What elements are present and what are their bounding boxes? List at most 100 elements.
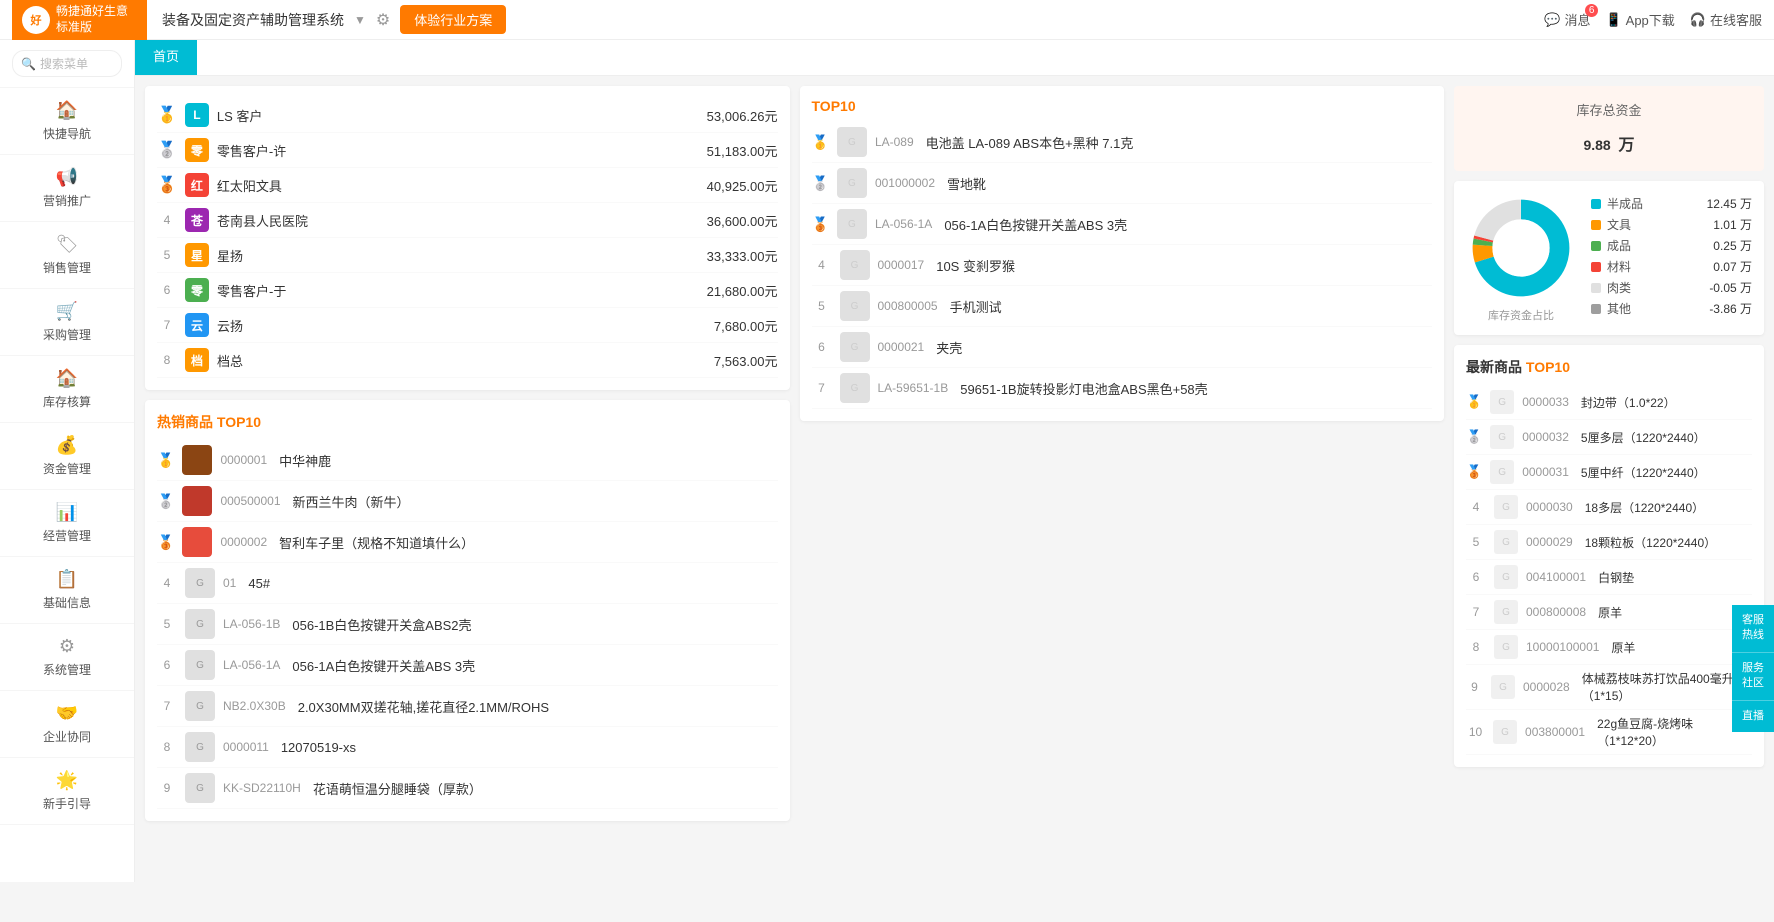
new-product-item[interactable]: 🥉 G 0000031 5厘中纤（1220*2440） [1466, 455, 1752, 490]
mid-product-item[interactable]: 🥇 G LA-089 电池盖 LA-089 ABS本色+黑种 7.1克 [812, 122, 1433, 163]
bronze-medal-icon: 🥉 [812, 216, 829, 233]
new-product-image: G [1490, 425, 1514, 449]
settings-gear-icon[interactable]: ⚙ [376, 10, 390, 30]
legend-dot-5 [1591, 283, 1601, 293]
mid-product-name: 59651-1B旋转投影灯电池盒ABS黑色+58壳 [960, 379, 1207, 398]
online-service-button[interactable]: 🎧 在线客服 [1690, 10, 1762, 29]
customer-amount: 40,925.00元 [707, 176, 778, 195]
hot-product-item[interactable]: 🥈 000500001 新西兰牛肉（新牛） [157, 481, 778, 522]
hot-product-item[interactable]: 9 G KK-SD22110H 花语萌恒温分腿睡袋（厚款） [157, 768, 778, 809]
float-btn-service[interactable]: 客服热线 [1732, 605, 1774, 653]
product-code: LA-056-1A [223, 658, 280, 672]
dropdown-arrow-icon[interactable]: ▼ [354, 13, 366, 27]
sidebar-item-system[interactable]: ⚙ 系统管理 [0, 624, 134, 691]
mid-product-code: 001000002 [875, 176, 935, 190]
sidebar-item-purchase[interactable]: 🛒 采购管理 [0, 289, 134, 356]
new-product-item[interactable]: 5 G 0000029 18颗粒板（1220*2440） [1466, 525, 1752, 560]
customer-avatar: 苍 [185, 208, 209, 232]
mid-product-item[interactable]: 4 G 0000017 10S 变刹罗猴 [812, 245, 1433, 286]
finance-icon: 💰 [56, 435, 78, 456]
main-layout: 🔍 搜索菜单 🏠 快捷导航 📢 营销推广 🏷 销售管理 🛒 采购管理 🏠 库存核… [0, 40, 1774, 882]
mid-product-item[interactable]: 🥈 G 001000002 雪地靴 [812, 163, 1433, 204]
mid-product-item[interactable]: 5 G 000800005 手机测试 [812, 286, 1433, 327]
hot-product-item[interactable]: 6 G LA-056-1A 056-1A白色按键开关盖ABS 3壳 [157, 645, 778, 686]
customer-name: 红太阳文具 [217, 176, 699, 195]
product-name: 056-1A白色按键开关盖ABS 3壳 [292, 656, 475, 675]
product-rank-number: 9 [157, 781, 177, 795]
product-image [182, 445, 212, 475]
sidebar-item-quicknav[interactable]: 🏠 快捷导航 [0, 88, 134, 155]
customer-rank-item[interactable]: 🥉 红 红太阳文具 40,925.00元 [157, 168, 778, 203]
topbar-right: 💬 消息 6 📱 App下载 🎧 在线客服 [1544, 10, 1762, 29]
customer-rank-item[interactable]: 🥇 L LS 客户 53,006.26元 [157, 98, 778, 133]
new-product-image: G [1490, 390, 1514, 414]
product-code: 000500001 [220, 494, 280, 508]
inventory-icon: 🏠 [56, 368, 78, 389]
sidebar-search[interactable]: 🔍 搜索菜单 [0, 40, 134, 88]
mid-product-item[interactable]: 🥉 G LA-056-1A 056-1A白色按键开关盖ABS 3壳 [812, 204, 1433, 245]
sidebar-item-marketing[interactable]: 📢 营销推广 [0, 155, 134, 222]
rank-number: 4 [157, 213, 177, 227]
app-download-button[interactable]: 📱 App下载 [1605, 10, 1674, 29]
product-name: 056-1B白色按键开关盒ABS2壳 [292, 615, 471, 634]
new-product-image: G [1493, 720, 1517, 744]
sidebar-item-basic-info[interactable]: 📋 基础信息 [0, 557, 134, 624]
product-image-placeholder: G [185, 691, 215, 721]
hot-product-item[interactable]: 4 G 01 45# [157, 563, 778, 604]
new-product-item[interactable]: 🥈 G 0000032 5厘多层（1220*2440） [1466, 420, 1752, 455]
new-product-code: 0000031 [1522, 465, 1569, 479]
customer-rank-item[interactable]: 6 零 零售客户-于 21,680.00元 [157, 273, 778, 308]
hot-product-item[interactable]: 🥉 0000002 智利车子里（规格不知道填什么） [157, 522, 778, 563]
new-product-item[interactable]: 8 G 10000100001 原羊 [1466, 630, 1752, 665]
customer-rank-item[interactable]: 8 档 档总 7,563.00元 [157, 343, 778, 378]
mobile-icon: 📱 [1605, 12, 1621, 28]
product-image-placeholder: G [185, 773, 215, 803]
new-product-item[interactable]: 4 G 0000030 18多层（1220*2440） [1466, 490, 1752, 525]
chart-label: 库存资金占比 [1488, 307, 1554, 323]
new-product-item[interactable]: 7 G 000800008 原羊 [1466, 595, 1752, 630]
hot-products-list: 🥇 0000001 中华神鹿 🥈 000500001 新西兰牛肉（新牛） 🥉 0… [157, 440, 778, 809]
customer-rank-item[interactable]: 🥈 零 零售客户-许 51,183.00元 [157, 133, 778, 168]
new-product-item[interactable]: 6 G 004100001 白钢垫 [1466, 560, 1752, 595]
message-button[interactable]: 💬 消息 6 [1544, 10, 1590, 29]
new-product-item[interactable]: 🥇 G 0000033 封边带（1.0*22） [1466, 385, 1752, 420]
new-product-item[interactable]: 9 G 0000028 体械荔枝味苏打饮品400毫升（1*15） [1466, 665, 1752, 710]
product-name: 花语萌恒温分腿睡袋（厚款） [313, 779, 482, 798]
new-product-item[interactable]: 10 G 003800001 22g鱼豆腐-烧烤味（1*12*20） [1466, 710, 1752, 755]
new-product-code: 003800001 [1525, 725, 1585, 739]
mid-product-item[interactable]: 6 G 0000021 夹壳 [812, 327, 1433, 368]
product-code: 0000002 [220, 535, 267, 549]
sidebar-item-inventory[interactable]: 🏠 库存核算 [0, 356, 134, 423]
new-products-card: 最新商品 TOP10 🥇 G 0000033 封边带（1.0*22） 🥈 G 0… [1454, 345, 1764, 767]
hot-product-item[interactable]: 🥇 0000001 中华神鹿 [157, 440, 778, 481]
mid-product-image: G [840, 291, 870, 321]
sidebar-item-enterprise[interactable]: 🤝 企业协同 [0, 691, 134, 758]
sidebar-item-newuser[interactable]: 🌟 新手引导 [0, 758, 134, 825]
customer-rank-item[interactable]: 4 苍 苍南县人民医院 36,600.00元 [157, 203, 778, 238]
customer-rank-item[interactable]: 5 星 星扬 33,333.00元 [157, 238, 778, 273]
trial-button[interactable]: 体验行业方案 [400, 5, 506, 34]
mid-product-item[interactable]: 7 G LA-59651-1B 59651-1B旋转投影灯电池盒ABS黑色+58… [812, 368, 1433, 409]
tab-home[interactable]: 首页 [135, 40, 197, 75]
mid-product-code: LA-59651-1B [878, 381, 949, 395]
sidebar-item-finance[interactable]: 💰 资金管理 [0, 423, 134, 490]
mid-product-image: G [840, 250, 870, 280]
mid-product-name: 056-1A白色按键开关盖ABS 3壳 [944, 215, 1127, 234]
float-btn-community[interactable]: 服务社区 [1732, 653, 1774, 701]
hot-product-item[interactable]: 8 G 0000011 12070519-xs [157, 727, 778, 768]
new-product-name: 18颗粒板（1220*2440） [1585, 534, 1716, 551]
float-btn-live[interactable]: 直播 [1732, 701, 1774, 732]
legend-item-4: 材料 0.07 万 [1591, 258, 1752, 275]
customer-amount: 7,680.00元 [714, 316, 778, 335]
hot-product-item[interactable]: 7 G NB2.0X30B 2.0X30MM双搓花轴,搓花直径2.1MM/ROH… [157, 686, 778, 727]
gold-medal-icon: 🥇 [157, 105, 177, 125]
sidebar-item-sales[interactable]: 🏷 销售管理 [0, 222, 134, 289]
customer-rank-item[interactable]: 7 云 云扬 7,680.00元 [157, 308, 778, 343]
legend-item-1: 半成品 12.45 万 [1591, 195, 1752, 212]
mid-column: TOP10 🥇 G LA-089 电池盖 LA-089 ABS本色+黑种 7.1… [800, 86, 1445, 872]
gold-medal-icon: 🥇 [157, 452, 174, 469]
sidebar-item-operations[interactable]: 📊 经营管理 [0, 490, 134, 557]
product-rank-number: 8 [157, 740, 177, 754]
hot-product-item[interactable]: 5 G LA-056-1B 056-1B白色按键开关盒ABS2壳 [157, 604, 778, 645]
main-content: 🥇 L LS 客户 53,006.26元 🥈 零 零售客户-许 51,183.0… [135, 76, 1774, 882]
